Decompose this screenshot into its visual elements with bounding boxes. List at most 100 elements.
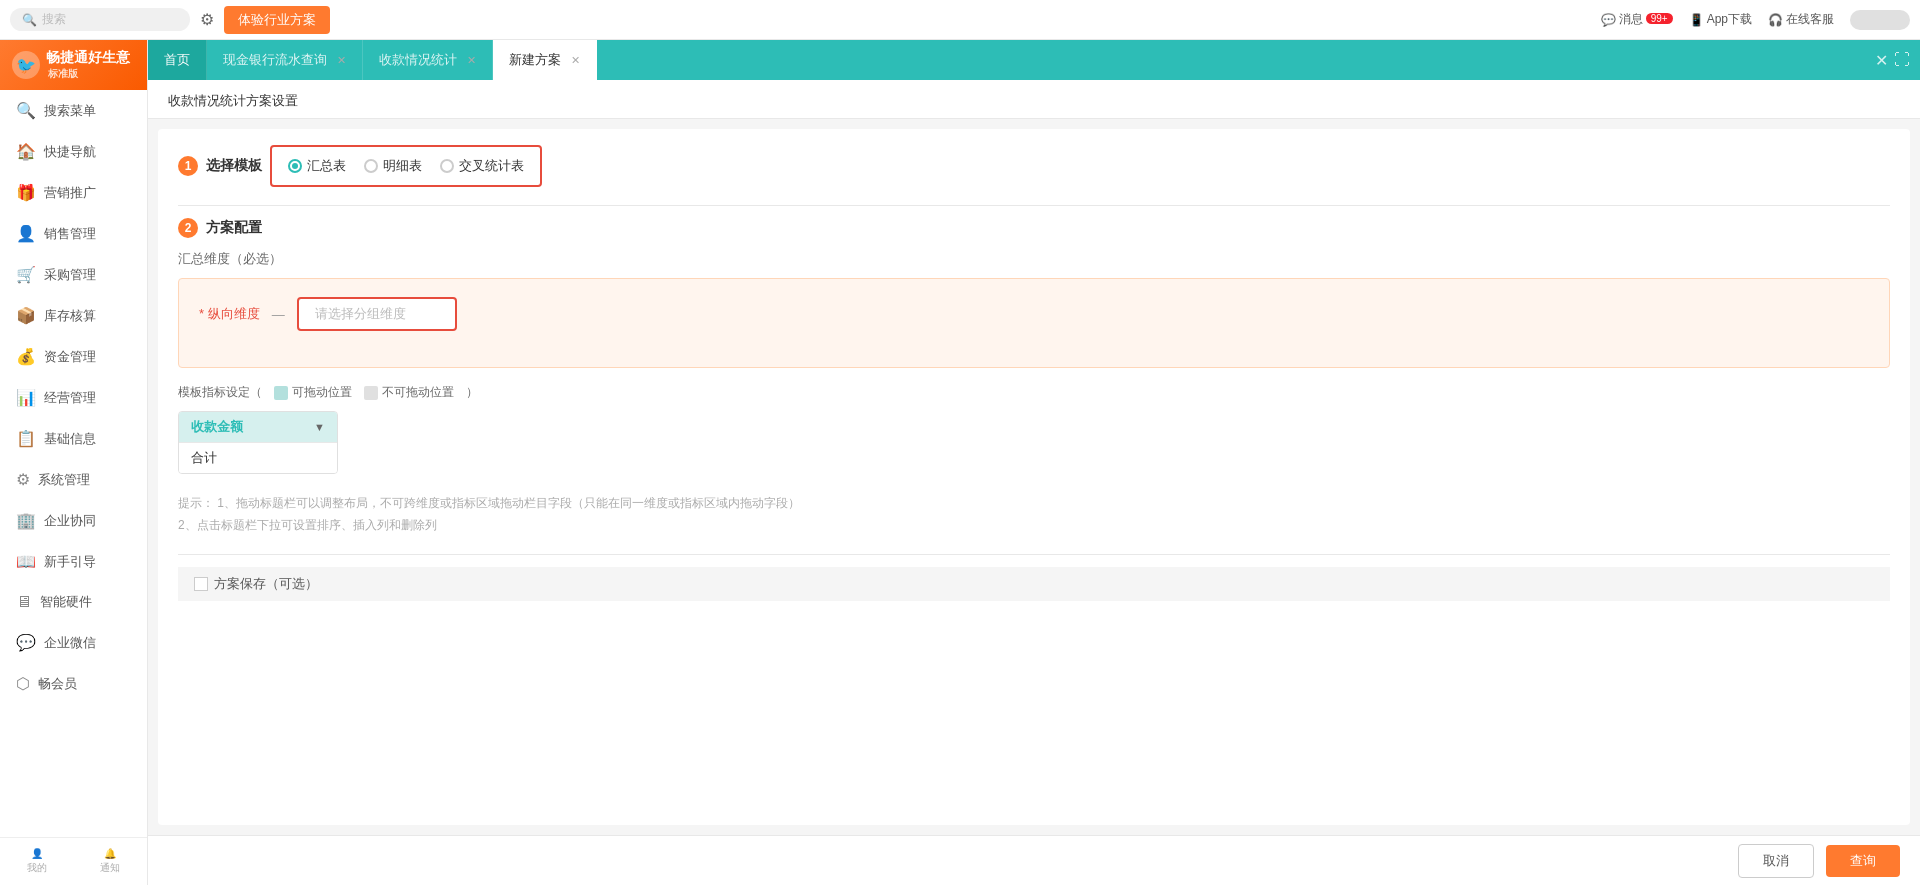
sidebar-item-operation[interactable]: 📊 经营管理 [0, 377, 147, 418]
message-icon: 💬 [1601, 13, 1616, 27]
search-icon: 🔍 [22, 13, 37, 27]
sidebar-item-search-menu[interactable]: 🔍 搜索菜单 [0, 90, 147, 131]
message-badge: 99+ [1646, 13, 1673, 24]
indicator-table-header-label: 收款金额 [191, 418, 243, 436]
legend-draggable-label: 可拖动位置 [292, 384, 352, 401]
search-bar[interactable]: 🔍 搜索 [10, 8, 190, 31]
tab-new-plan-label: 新建方案 [509, 51, 561, 69]
template-select-box: 汇总表 明细表 交叉统计表 [270, 145, 542, 187]
step2-label: 方案配置 [206, 219, 262, 237]
save-option[interactable]: 方案保存（可选） [194, 575, 1874, 593]
dimension-row-label: * 纵向维度 [199, 305, 260, 323]
radio-summary-label: 汇总表 [307, 157, 346, 175]
save-checkbox[interactable] [194, 577, 208, 591]
tip2: 2、点击标题栏下拉可设置排序、插入列和删除列 [178, 515, 1890, 537]
tab-new-plan-close[interactable]: ✕ [571, 54, 580, 67]
radio-summary-dot [288, 159, 302, 173]
sidebar-item-sales[interactable]: 👤 销售管理 [0, 213, 147, 254]
dimension-select[interactable]: 请选择分组维度 [297, 297, 457, 331]
sidebar-item-label: 库存核算 [44, 307, 96, 325]
sidebar-item-inventory[interactable]: 📦 库存核算 [0, 295, 147, 336]
service-label: 在线客服 [1786, 11, 1834, 28]
sidebar-item-label: 营销推广 [44, 184, 96, 202]
sales-icon: 👤 [16, 224, 36, 243]
close-window-icon[interactable]: ✕ [1875, 51, 1888, 70]
tip2-text: 2、点击标题栏下拉可设置排序、插入列和删除列 [178, 518, 437, 532]
radio-summary[interactable]: 汇总表 [288, 157, 346, 175]
tab-bank-flow-label: 现金银行流水查询 [223, 51, 327, 69]
sidebar-item-label: 新手引导 [44, 553, 96, 571]
sidebar: 🐦 畅捷通好生意 标准版 🔍 搜索菜单 🏠 快捷导航 🎁 营销推广 👤 销售管理 [0, 40, 148, 885]
top-bar-left: 🔍 搜索 ⚙ 体验行业方案 [10, 6, 1601, 34]
main: 首页 现金银行流水查询 ✕ 收款情况统计 ✕ 新建方案 ✕ ✕ ⛶ 收 [148, 40, 1920, 885]
purchase-icon: 🛒 [16, 265, 36, 284]
radio-detail[interactable]: 明细表 [364, 157, 422, 175]
tips-title: 提示： [178, 496, 214, 510]
maximize-icon[interactable]: ⛶ [1894, 51, 1910, 69]
message-label: 消息 [1619, 11, 1643, 28]
indicator-table: 收款金额 ▼ 合计 [178, 411, 338, 474]
tab-bank-flow[interactable]: 现金银行流水查询 ✕ [207, 40, 363, 80]
tab-collect-stats[interactable]: 收款情况统计 ✕ [363, 40, 493, 80]
sidebar-item-member[interactable]: ⬡ 畅会员 [0, 663, 147, 704]
indicator-table-cell-label: 合计 [191, 450, 217, 465]
radio-detail-label: 明细表 [383, 157, 422, 175]
settings-icon[interactable]: ⚙ [200, 10, 214, 29]
tab-home[interactable]: 首页 [148, 40, 207, 80]
sidebar-item-finance[interactable]: 💰 资金管理 [0, 336, 147, 377]
logo-text: 畅捷通好生意 标准版 [46, 49, 130, 81]
finance-icon: 💰 [16, 347, 36, 366]
sidebar-item-enterprise[interactable]: 🏢 企业协同 [0, 500, 147, 541]
top-bar-right: 💬 消息 99+ 📱 App下载 🎧 在线客服 [1601, 10, 1910, 30]
sidebar-item-label: 搜索菜单 [44, 102, 96, 120]
tips-area: 提示： 1、拖动标题栏可以调整布局，不可跨维度或指标区域拖动栏目字段（只能在同一… [178, 493, 1890, 536]
guide-icon: 📖 [16, 552, 36, 571]
message-btn[interactable]: 💬 消息 99+ [1601, 11, 1673, 28]
tab-bar-controls: ✕ ⛶ [1865, 51, 1920, 70]
step1-title: 1 选择模板 汇总表 [178, 145, 1890, 187]
cancel-button[interactable]: 取消 [1738, 844, 1814, 878]
dimension-arrow: — [272, 307, 285, 322]
sidebar-bottom-item2[interactable]: 🔔 通知 [100, 848, 120, 875]
step1-section: 1 选择模板 汇总表 [178, 145, 1890, 187]
sidebar-item-label: 采购管理 [44, 266, 96, 284]
indicator-title-bar: 模板指标设定（ 可拖动位置 不可拖动位置 ） [178, 384, 1890, 401]
logo-area: 🐦 畅捷通好生意 标准版 [0, 40, 147, 90]
search-placeholder-text: 搜索 [42, 11, 66, 28]
indicator-table-cell: 合计 [179, 442, 337, 473]
dimension-subsection: 汇总维度（必选） * 纵向维度 — 请选择分组维度 [178, 250, 1890, 368]
tab-new-plan[interactable]: 新建方案 ✕ [493, 40, 597, 80]
user-avatar[interactable] [1850, 10, 1910, 30]
dimension-area: * 纵向维度 — 请选择分组维度 [178, 278, 1890, 368]
tab-collect-stats-close[interactable]: ✕ [467, 54, 476, 67]
sidebar-item-wechat[interactable]: 💬 企业微信 [0, 622, 147, 663]
sidebar-item-purchase[interactable]: 🛒 采购管理 [0, 254, 147, 295]
service-btn[interactable]: 🎧 在线客服 [1768, 11, 1834, 28]
industry-btn[interactable]: 体验行业方案 [224, 6, 330, 34]
quick-nav-icon: 🏠 [16, 142, 36, 161]
indicator-section-close-paren: ） [466, 384, 478, 401]
sidebar-item-hardware[interactable]: 🖥 智能硬件 [0, 582, 147, 622]
tip1-text: 1、拖动标题栏可以调整布局，不可跨维度或指标区域拖动栏目字段（只能在同一维度或指… [217, 496, 800, 510]
tab-bank-flow-close[interactable]: ✕ [337, 54, 346, 67]
sidebar-item-basic-info[interactable]: 📋 基础信息 [0, 418, 147, 459]
sidebar-item-quick-nav[interactable]: 🏠 快捷导航 [0, 131, 147, 172]
indicator-table-header[interactable]: 收款金额 ▼ [179, 412, 337, 442]
indicator-section: 模板指标设定（ 可拖动位置 不可拖动位置 ） [178, 384, 1890, 536]
tab-collect-stats-label: 收款情况统计 [379, 51, 457, 69]
query-button[interactable]: 查询 [1826, 845, 1900, 877]
sidebar-item-label: 畅会员 [38, 675, 77, 693]
sidebar-bottom-item1[interactable]: 👤 我的 [27, 848, 47, 875]
sidebar-item-label: 快捷导航 [44, 143, 96, 161]
sidebar-item-label: 资金管理 [44, 348, 96, 366]
step2-section: 2 方案配置 汇总维度（必选） * 纵向维度 — 请选择分组维度 [178, 218, 1890, 536]
page-header-title: 收款情况统计方案设置 [168, 93, 298, 108]
divider2 [178, 554, 1890, 555]
sidebar-item-system[interactable]: ⚙ 系统管理 [0, 459, 147, 500]
sidebar-item-guide[interactable]: 📖 新手引导 [0, 541, 147, 582]
download-btn[interactable]: 📱 App下载 [1689, 11, 1752, 28]
sidebar-item-label: 系统管理 [38, 471, 90, 489]
sidebar-item-marketing[interactable]: 🎁 营销推广 [0, 172, 147, 213]
dimension-row: * 纵向维度 — 请选择分组维度 [199, 297, 1869, 331]
radio-cross[interactable]: 交叉统计表 [440, 157, 524, 175]
